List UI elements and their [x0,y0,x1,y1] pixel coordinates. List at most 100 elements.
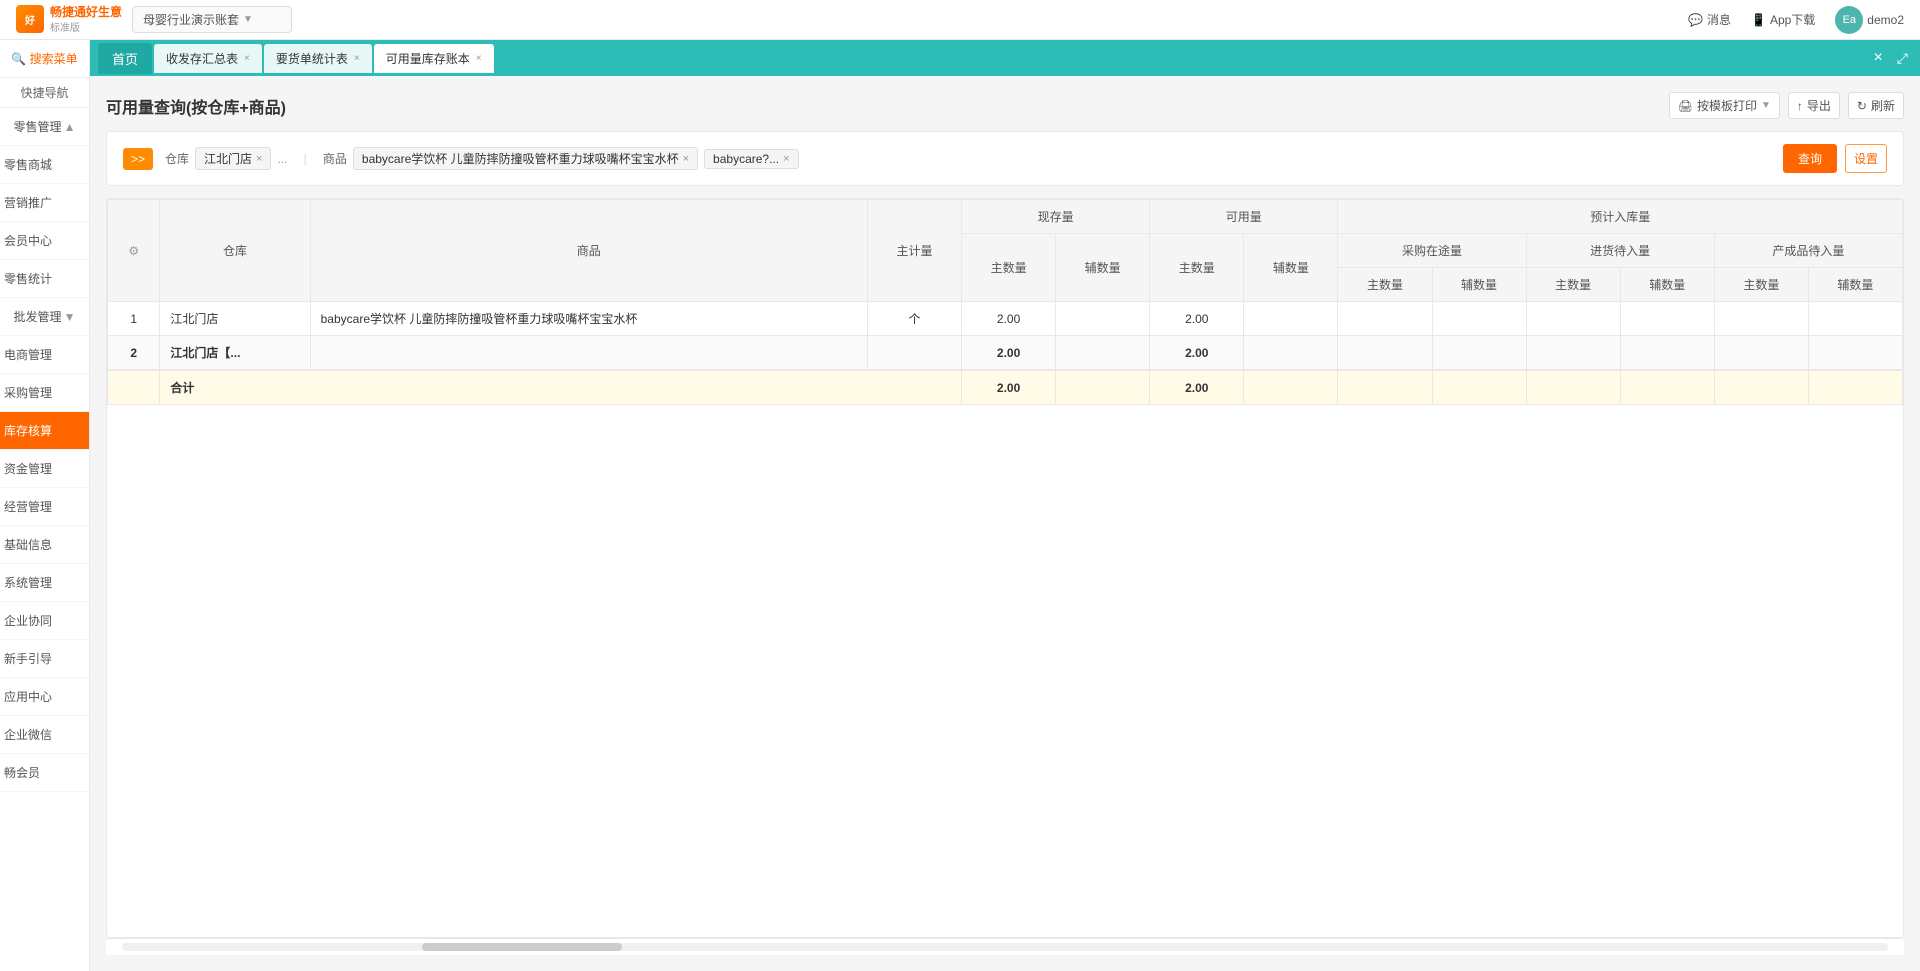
row-current-aux [1056,302,1150,336]
col-unit-header: 主计量 [867,200,961,302]
sidebar-search-label: 搜索菜单 [30,52,78,66]
row-produced-main [1714,336,1808,371]
chevron-down-icon: ▼ [243,14,253,25]
warehouse-tag-close-button[interactable]: × [256,153,262,165]
sidebar-item-label: 基础信息 [4,536,52,553]
sidebar-item-inventory[interactable]: 库存核算 [0,412,89,450]
sidebar: 🔍 搜索菜单 快捷导航 零售管理 ▲ 零售商城 营销推广 会员中心 零售统计 批… [0,40,90,971]
app-download-label: App下载 [1770,11,1815,28]
sidebar-item-ecommerce[interactable]: 电商管理 [0,336,89,374]
sidebar-item-vip[interactable]: 畅会员 [0,754,89,792]
sidebar-item-label: 零售统计 [4,270,52,287]
inventory-table-container: ⚙ 仓库 商品 主计量 现存量 [106,198,1904,938]
footer-produced-main [1714,370,1808,405]
sidebar-item-system[interactable]: 系统管理 [0,564,89,602]
warehouse-filter-label: 仓库 [165,150,189,167]
maximize-icon[interactable]: ⤢ [1893,50,1912,67]
sidebar-item-label: 畅会员 [4,764,40,781]
close-icon[interactable]: × [354,53,360,64]
sidebar-item-members[interactable]: 会员中心 [0,222,89,260]
message-action[interactable]: 💬 消息 [1688,11,1731,28]
sidebar-item-label: 应用中心 [4,688,52,705]
industry-selector[interactable]: 母婴行业演示账套 ▼ [132,6,292,33]
col-goods-header: 商品 [310,200,867,302]
chevron-up-icon: ▲ [64,120,76,134]
warehouse-more[interactable]: ... [277,152,287,166]
print-label: 按模板打印 [1697,97,1757,114]
sidebar-item-label: 企业协同 [4,612,52,629]
filter-toggle-button[interactable]: >> [123,148,153,170]
col-settings[interactable]: ⚙ [108,200,160,302]
logo-area: 好 畅捷通好生意 标准版 [16,5,122,34]
goods-tag-1: babycare学饮杯 儿童防摔防撞吸管杯重力球吸嘴杯宝宝水杯 × [353,147,698,170]
goods-tag-2-close-button[interactable]: × [783,153,789,165]
sidebar-search[interactable]: 🔍 搜索菜单 [0,40,89,78]
sidebar-item-app-center[interactable]: 应用中心 [0,678,89,716]
export-label: 导出 [1807,97,1831,114]
sidebar-item-basic-info[interactable]: 基础信息 [0,526,89,564]
tab-available-inventory[interactable]: 可用量库存账本 × [374,44,494,73]
tab-bar-controls: × ⤢ [1869,49,1912,67]
goods-tag-1-close-button[interactable]: × [683,153,689,165]
settings-icon: ⚙ [128,244,139,258]
col-forecast-header: 预计入库量 [1338,200,1903,234]
sidebar-item-label: 零售商城 [4,156,52,173]
close-icon[interactable]: × [476,53,482,64]
toggle-label: >> [131,152,145,166]
sidebar-item-procurement[interactable]: 采购管理 [0,374,89,412]
row-goods [310,336,867,371]
row-current-main: 2.00 [962,336,1056,371]
col-purchase-main-header: 主数量 [1338,268,1432,302]
sidebar-item-label: 零售管理 [14,118,62,135]
close-all-button[interactable]: × [1869,49,1886,67]
sidebar-item-newbie[interactable]: 新手引导 [0,640,89,678]
sidebar-quick-nav[interactable]: 快捷导航 [0,78,89,108]
export-button[interactable]: ↑ 导出 [1788,92,1840,119]
tab-bar: 首页 收发存汇总表 × 要货单统计表 × 可用量库存账本 × × ⤢ [90,40,1920,76]
sidebar-item-wechat[interactable]: 企业微信 [0,716,89,754]
row-avail-main: 2.00 [1150,336,1244,371]
goods-tag-2-text: babycare?... [713,152,779,166]
refresh-button[interactable]: ↻ 刷新 [1848,92,1904,119]
tab-order-stats[interactable]: 要货单统计表 × [264,44,372,73]
sidebar-item-retail-mall[interactable]: 零售商城 [0,146,89,184]
footer-empty [108,370,160,405]
query-button[interactable]: 查询 [1783,144,1837,173]
scroll-thumb[interactable] [422,943,622,951]
scroll-track[interactable] [122,943,1888,951]
sidebar-item-label: 采购管理 [4,384,52,401]
user-area[interactable]: Ea demo2 [1835,6,1904,34]
row-purchase-main [1338,302,1432,336]
sidebar-item-operations[interactable]: 经营管理 [0,488,89,526]
sidebar-item-wholesale[interactable]: 批发管理 ▼ [0,298,89,336]
row-purchase-main [1338,336,1432,371]
settings-button[interactable]: 设置 [1845,144,1887,173]
tab-receivable-summary[interactable]: 收发存汇总表 × [154,44,262,73]
tab-home-label: 首页 [112,52,138,67]
tab-home[interactable]: 首页 [98,43,152,74]
avatar-initials: Ea [1843,14,1856,26]
row-current-aux [1056,336,1150,371]
print-template-button[interactable]: 🖨 按模板打印 ▼ [1669,92,1780,119]
close-icon[interactable]: × [244,53,250,64]
sidebar-item-marketing[interactable]: 营销推广 [0,184,89,222]
sidebar-item-finance[interactable]: 资金管理 [0,450,89,488]
warehouse-tag-text: 江北门店 [204,150,252,167]
col-current-stock-header: 现存量 [962,200,1150,234]
sidebar-item-label: 系统管理 [4,574,52,591]
footer-avail-aux [1244,370,1338,405]
row-purchase-aux [1432,302,1526,336]
goods-filter-label: 商品 [323,150,347,167]
sidebar-item-label: 企业微信 [4,726,52,743]
sidebar-item-retail-management[interactable]: 零售管理 ▲ [0,108,89,146]
chevron-down-icon: ▼ [64,310,76,324]
sidebar-item-enterprise[interactable]: 企业协同 [0,602,89,640]
col-produced-label-header: 产成品待入量 [1714,234,1902,268]
main-layout: 🔍 搜索菜单 快捷导航 零售管理 ▲ 零售商城 营销推广 会员中心 零售统计 批… [0,40,1920,971]
row-produced-main [1714,302,1808,336]
row-purchase-aux [1432,336,1526,371]
sidebar-item-retail-stats[interactable]: 零售统计 [0,260,89,298]
warehouse-filter-group: 仓库 江北门店 × ... [165,147,287,170]
sidebar-item-label: 新手引导 [4,650,52,667]
app-download-action[interactable]: 📱 App下载 [1751,11,1815,28]
